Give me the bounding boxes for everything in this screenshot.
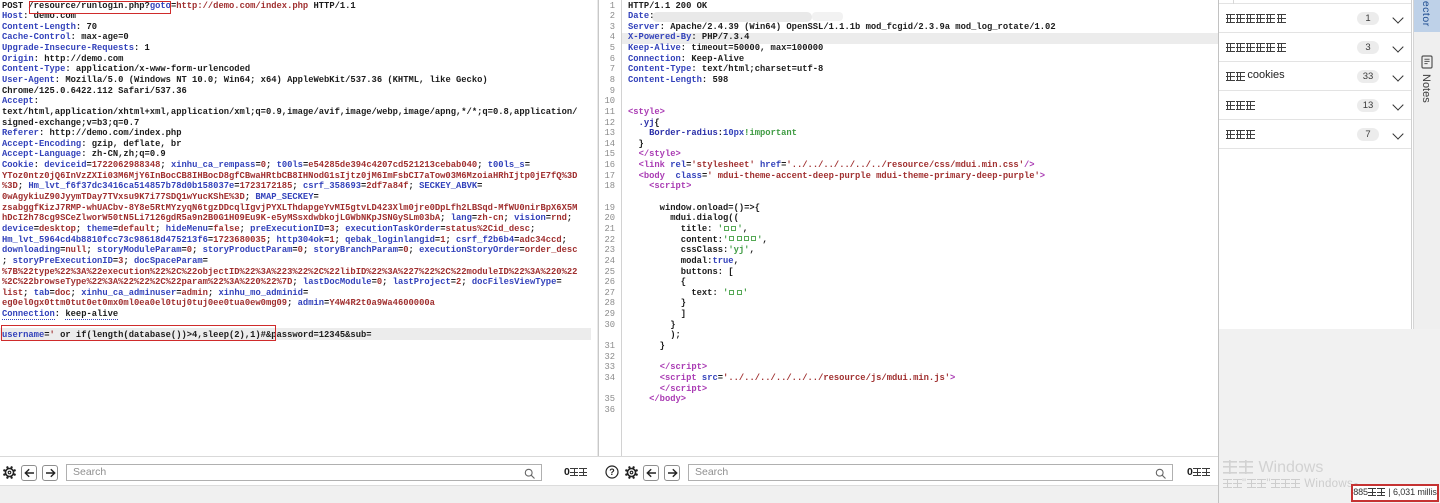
svg-text:?: ? (609, 467, 615, 477)
